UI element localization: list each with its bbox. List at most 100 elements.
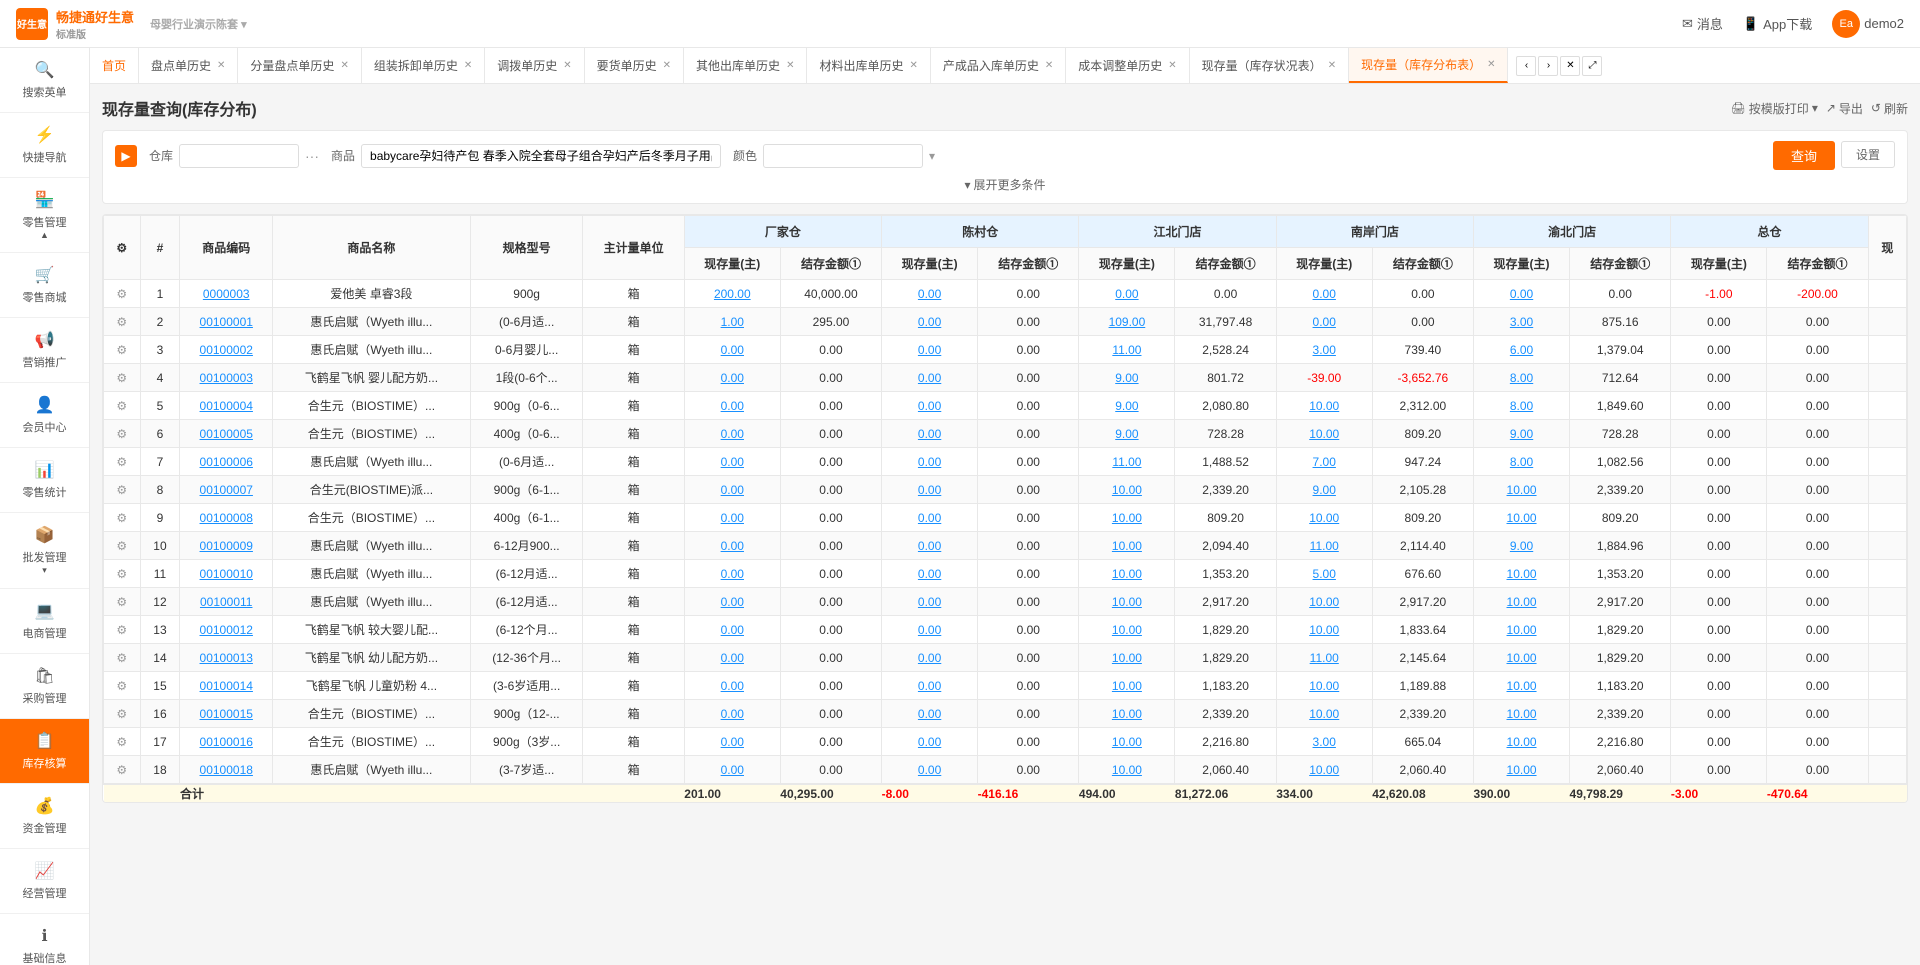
- cell-gear[interactable]: ⚙: [104, 560, 141, 588]
- cell-gear[interactable]: ⚙: [104, 532, 141, 560]
- cell-gear[interactable]: ⚙: [104, 392, 141, 420]
- cell-t-amt: 0.00: [1767, 616, 1868, 644]
- sidebar-item-retail-mall[interactable]: 🛒 零售商城: [0, 253, 89, 318]
- sidebar-item-finance[interactable]: 💰 资金管理: [0, 784, 89, 849]
- sidebar-item-ecommerce[interactable]: 💻 电商管理: [0, 589, 89, 654]
- tab-assembly[interactable]: 组装拆卸单历史 ✕: [362, 48, 485, 83]
- sidebar-item-retail-stats[interactable]: 📊 零售统计: [0, 448, 89, 513]
- cell-current: [1868, 588, 1906, 616]
- warehouse-more-icon[interactable]: ···: [305, 148, 319, 164]
- close-icon[interactable]: ✕: [217, 60, 225, 71]
- warehouse-input[interactable]: [179, 144, 299, 168]
- close-icon[interactable]: ✕: [1487, 59, 1495, 70]
- sidebar-item-business[interactable]: 📈 经营管理: [0, 849, 89, 914]
- cell-c4-qty: 7.00: [1276, 448, 1372, 476]
- cell-gear[interactable]: ⚙: [104, 280, 141, 308]
- sidebar-item-quicknav[interactable]: ⚡ 快捷导航: [0, 113, 89, 178]
- tab-stock-dist[interactable]: 现存量（库存分布表） ✕: [1349, 48, 1508, 83]
- cell-code: 0000003: [180, 280, 273, 308]
- tab-requisition[interactable]: 要货单历史 ✕: [585, 48, 684, 83]
- tab-inventory-check[interactable]: 盘点单历史 ✕: [139, 48, 238, 83]
- sidebar-item-purchase[interactable]: 🛍 采购管理: [0, 654, 89, 719]
- cell-gear[interactable]: ⚙: [104, 336, 141, 364]
- topbar-right: ✉ 消息 📱 App下载 Ea demo2: [1682, 10, 1904, 38]
- cell-spec: 900g: [470, 280, 583, 308]
- setting-btn[interactable]: 设置: [1841, 141, 1895, 168]
- cell-c3-qty: 10.00: [1079, 504, 1175, 532]
- message-btn[interactable]: ✉ 消息: [1682, 14, 1723, 33]
- cell-c2-qty: 0.00: [882, 728, 978, 756]
- export-btn[interactable]: ↗ 导出: [1826, 100, 1863, 117]
- cell-gear[interactable]: ⚙: [104, 644, 141, 672]
- close-icon[interactable]: ✕: [340, 60, 348, 71]
- tab-sub-inventory[interactable]: 分量盘点单历史 ✕: [238, 48, 361, 83]
- close-icon[interactable]: ✕: [663, 60, 671, 71]
- cell-gear[interactable]: ⚙: [104, 700, 141, 728]
- sidebar-item-basics[interactable]: ℹ 基础信息: [0, 914, 89, 965]
- sidebar-item-label: 电商管理: [23, 625, 67, 641]
- color-input[interactable]: [763, 144, 923, 168]
- filter-expand-toggle[interactable]: ▶: [115, 145, 137, 167]
- tab-outbound[interactable]: 其他出库单历史 ✕: [684, 48, 807, 83]
- close-icon[interactable]: ✕: [1168, 60, 1176, 71]
- tab-finished-in[interactable]: 产成品入库单历史 ✕: [931, 48, 1066, 83]
- sidebar-item-wholesale[interactable]: 📦 批发管理 ▾: [0, 513, 89, 589]
- cell-c5-amt: 2,060.40: [1570, 756, 1671, 785]
- search-icon: 🔍: [35, 60, 55, 80]
- cell-gear[interactable]: ⚙: [104, 756, 141, 785]
- sidebar-item-retail-mgmt[interactable]: 🏪 零售管理 ▲: [0, 178, 89, 253]
- cell-c1-qty: 0.00: [684, 392, 780, 420]
- user-profile[interactable]: Ea demo2: [1832, 10, 1904, 38]
- tab-nav-fullscreen[interactable]: ⤢: [1582, 56, 1602, 76]
- filter-expand-link[interactable]: ▾ 展开更多条件: [115, 176, 1895, 193]
- sidebar-item-search[interactable]: 🔍 搜索英单: [0, 48, 89, 113]
- sidebar-item-member[interactable]: 👤 会员中心: [0, 383, 89, 448]
- refresh-btn[interactable]: ↺ 刷新: [1871, 100, 1908, 117]
- cell-gear[interactable]: ⚙: [104, 588, 141, 616]
- sidebar-item-marketing[interactable]: 📢 营销推广: [0, 318, 89, 383]
- cell-code: 00100009: [180, 532, 273, 560]
- cell-t-amt: 0.00: [1767, 532, 1868, 560]
- cell-gear[interactable]: ⚙: [104, 364, 141, 392]
- tab-stock-status[interactable]: 现存量（库存状况表） ✕: [1190, 48, 1349, 83]
- cell-gear[interactable]: ⚙: [104, 448, 141, 476]
- close-icon[interactable]: ✕: [1328, 60, 1336, 71]
- app-download-btn[interactable]: 📱 App下载: [1743, 14, 1812, 33]
- cell-c1-qty: 0.00: [684, 476, 780, 504]
- close-icon[interactable]: ✕: [909, 60, 917, 71]
- tab-material-out[interactable]: 材料出库单历史 ✕: [807, 48, 930, 83]
- cell-gear[interactable]: ⚙: [104, 476, 141, 504]
- tab-home[interactable]: 首页: [90, 48, 139, 83]
- table-row: ⚙ 18 00100018 惠氏启赋（Wyeth illu... (3-7岁适.…: [104, 756, 1907, 785]
- cell-gear[interactable]: ⚙: [104, 672, 141, 700]
- close-icon[interactable]: ✕: [563, 60, 571, 71]
- cell-name: 合生元（BIOSTIME）...: [273, 420, 471, 448]
- cell-gear[interactable]: ⚙: [104, 504, 141, 532]
- cell-t-qty: 0.00: [1671, 504, 1767, 532]
- close-icon[interactable]: ✕: [1045, 60, 1053, 71]
- col-c2-amt: 结存金额①: [978, 248, 1079, 280]
- cell-gear[interactable]: ⚙: [104, 728, 141, 756]
- cell-c1-amt: 0.00: [780, 392, 881, 420]
- cell-gear[interactable]: ⚙: [104, 308, 141, 336]
- sidebar-item-inventory[interactable]: 📋 库存核算: [0, 719, 89, 784]
- query-btn[interactable]: 查询: [1773, 141, 1835, 170]
- cell-no: 16: [140, 700, 180, 728]
- industry-selector[interactable]: 母婴行业演示陈套 ▾: [150, 16, 247, 32]
- cell-gear[interactable]: ⚙: [104, 616, 141, 644]
- cell-c3-amt: 728.28: [1175, 420, 1276, 448]
- tab-nav-next[interactable]: ›: [1538, 56, 1558, 76]
- tab-nav-prev[interactable]: ‹: [1516, 56, 1536, 76]
- cell-c3-amt: 1,183.20: [1175, 672, 1276, 700]
- cell-gear[interactable]: ⚙: [104, 420, 141, 448]
- cell-name: 合生元（BIOSTIME）...: [273, 700, 471, 728]
- close-icon[interactable]: ✕: [786, 60, 794, 71]
- print-btn[interactable]: 🖨 按模版打印 ▾: [1731, 100, 1818, 117]
- gear-icon[interactable]: ⚙: [116, 241, 127, 255]
- cell-c1-qty: 0.00: [684, 560, 780, 588]
- tab-transfer[interactable]: 调拨单历史 ✕: [485, 48, 584, 83]
- tab-cost-adjust[interactable]: 成本调整单历史 ✕: [1066, 48, 1189, 83]
- close-icon[interactable]: ✕: [464, 60, 472, 71]
- product-input[interactable]: [361, 144, 721, 168]
- tab-nav-close[interactable]: ✕: [1560, 56, 1580, 76]
